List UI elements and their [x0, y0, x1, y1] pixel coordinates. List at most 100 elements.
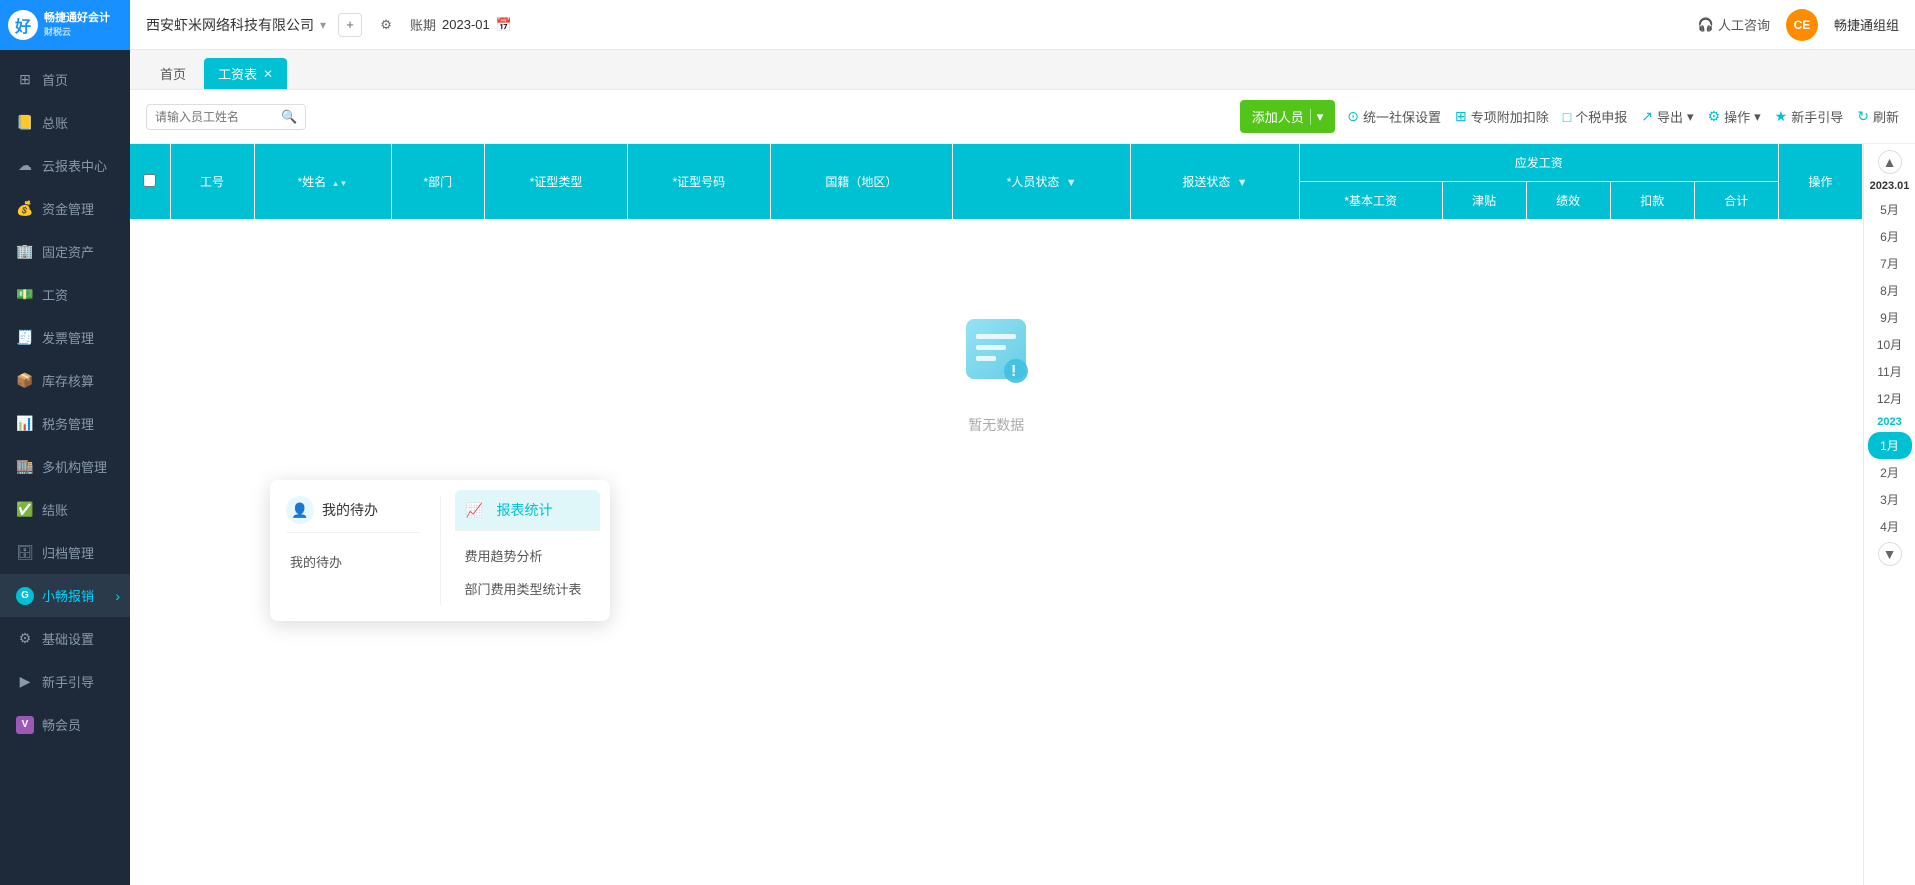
sidebar-item-xiaochang[interactable]: G 小畅报销: [0, 574, 130, 617]
th-nationality: 国籍（地区）: [770, 144, 952, 219]
add-person-button[interactable]: 添加人员 ▾: [1240, 100, 1336, 133]
search-icon[interactable]: 🔍: [281, 109, 297, 125]
empty-icon: !: [946, 299, 1046, 399]
name-sort-icon[interactable]: ▲▼: [332, 179, 348, 188]
operation-dropdown-icon: ▾: [1754, 109, 1761, 125]
status-filter-icon[interactable]: ▼: [1066, 177, 1077, 189]
sidebar-item-fund[interactable]: 💰 资金管理: [0, 187, 130, 230]
refresh-action[interactable]: ↻ 刷新: [1857, 107, 1899, 126]
timeline-month-4[interactable]: 4月: [1868, 513, 1912, 540]
timeline-month-1[interactable]: 1月: [1868, 432, 1912, 459]
sidebar-item-multi-org[interactable]: 🏬 多机构管理: [0, 445, 130, 488]
reports-icon: 📈: [461, 496, 489, 524]
timeline-month-3[interactable]: 3月: [1868, 486, 1912, 513]
calendar-icon[interactable]: 📅: [496, 17, 512, 33]
popup-item-dept-cost[interactable]: 部门费用类型统计表: [461, 572, 595, 605]
header-settings-button[interactable]: ⚙: [374, 13, 398, 37]
timeline-month-10[interactable]: 10月: [1868, 331, 1912, 358]
company-selector[interactable]: 西安虾米网络科技有限公司 ▾: [146, 15, 326, 35]
fund-icon: 💰: [16, 200, 34, 217]
popup-item-cost-trend[interactable]: 费用趋势分析: [461, 539, 595, 572]
timeline-year-label: 2023.01: [1870, 176, 1910, 196]
social-insurance-icon: ⊙: [1347, 108, 1359, 125]
popup-item-my-pending[interactable]: 我的待办: [286, 545, 420, 578]
sidebar-item-inventory[interactable]: 📦 库存核算: [0, 359, 130, 402]
timeline-next-button[interactable]: ▼: [1878, 542, 1902, 566]
timeline-month-5[interactable]: 5月: [1868, 196, 1912, 223]
tax-deduct-action[interactable]: ⊞ 专项附加扣除: [1455, 107, 1549, 126]
export-action[interactable]: ↗ 导出 ▾: [1641, 107, 1693, 126]
assets-icon: 🏢: [16, 243, 34, 260]
timeline-month-2[interactable]: 2月: [1868, 459, 1912, 486]
popup-divider: [440, 496, 441, 605]
guide-action[interactable]: ★ 新手引导: [1775, 107, 1844, 126]
timeline-prev-button[interactable]: ▲: [1878, 150, 1902, 174]
sidebar-item-cloud-report[interactable]: ☁ 云报表中心: [0, 144, 130, 187]
th-checkbox[interactable]: [130, 144, 170, 219]
sidebar-item-member[interactable]: V 畅会员: [0, 703, 130, 746]
timeline-month-7[interactable]: 7月: [1868, 250, 1912, 277]
tab-salary-label: 工资表: [218, 64, 257, 83]
select-all-checkbox[interactable]: [143, 174, 156, 187]
sidebar-item-home[interactable]: ⊞ 首页: [0, 58, 130, 101]
toolbar-actions: ⊙ 统一社保设置 ⊞ 专项附加扣除 □ 个税申报 ↗ 导出 ▾ ⚙: [1347, 107, 1899, 126]
sidebar-item-basic-label: 基础设置: [42, 629, 94, 648]
operation-action[interactable]: ⚙ 操作 ▾: [1708, 107, 1761, 126]
th-name[interactable]: *姓名 ▲▼: [254, 144, 391, 219]
customer-service-button[interactable]: 🎧 人工咨询: [1698, 15, 1770, 34]
sidebar-item-archive[interactable]: 🗄 归档管理: [0, 531, 130, 574]
sidebar-item-assets[interactable]: 🏢 固定资产: [0, 230, 130, 273]
social-insurance-action[interactable]: ⊙ 统一社保设置: [1347, 107, 1441, 126]
app-logo: 好 畅捷通好会计 财税云: [0, 0, 130, 50]
timeline-current-year: 2023: [1877, 412, 1901, 432]
period-value: 2023-01: [442, 17, 490, 32]
table-header-row1: 工号 *姓名 ▲▼ *部门 *证型类型: [130, 144, 1863, 182]
sidebar-item-member-label: 畅会员: [42, 715, 81, 734]
pending-icon: 👤: [286, 496, 314, 524]
sidebar-item-closing[interactable]: ✅ 结账: [0, 488, 130, 531]
tab-salary-close-icon[interactable]: ✕: [263, 67, 273, 81]
sidebar-item-ledger[interactable]: 📒 总账: [0, 101, 130, 144]
sidebar-item-tax-label: 税务管理: [42, 414, 94, 433]
empty-row: ! 暂无数据: [130, 219, 1863, 515]
refresh-icon: ↻: [1857, 108, 1869, 125]
timeline-month-6[interactable]: 6月: [1868, 223, 1912, 250]
tab-home[interactable]: 首页: [146, 58, 200, 89]
sidebar-item-fund-label: 资金管理: [42, 199, 94, 218]
sidebar-item-ledger-label: 总账: [42, 113, 68, 132]
company-dropdown-icon: ▾: [320, 18, 326, 32]
th-operation: 操作: [1778, 144, 1862, 219]
tax-deduct-icon: ⊞: [1455, 108, 1467, 125]
search-input-wrap: 🔍: [146, 104, 306, 130]
timeline-month-9[interactable]: 9月: [1868, 304, 1912, 331]
add-person-label: 添加人员: [1252, 107, 1304, 126]
sidebar-item-tax[interactable]: 📊 税务管理: [0, 402, 130, 445]
social-insurance-label: 统一社保设置: [1363, 107, 1441, 126]
th-total: 合计: [1694, 182, 1778, 220]
sidebar-item-closing-label: 结账: [42, 500, 68, 519]
settings-icon: ⚙: [380, 17, 392, 33]
th-status[interactable]: *人员状态 ▼: [953, 144, 1131, 219]
th-report-status[interactable]: 报送状态 ▼: [1131, 144, 1300, 219]
timeline-month-11[interactable]: 11月: [1868, 358, 1912, 385]
sidebar-item-basic[interactable]: ⚙ 基础设置: [0, 617, 130, 660]
tab-salary[interactable]: 工资表 ✕: [204, 58, 287, 89]
sidebar-item-salary[interactable]: 💵 工资: [0, 273, 130, 316]
timeline-month-8[interactable]: 8月: [1868, 277, 1912, 304]
sidebar-item-guide[interactable]: ▶ 新手引导: [0, 660, 130, 703]
timeline-month-12[interactable]: 12月: [1868, 385, 1912, 412]
report-filter-icon[interactable]: ▼: [1237, 177, 1248, 189]
th-department: *部门: [391, 144, 485, 219]
tax-report-action[interactable]: □ 个税申报: [1563, 107, 1627, 126]
th-base-salary: *基本工资: [1299, 182, 1442, 220]
xiaochang-icon: G: [16, 587, 34, 605]
header-add-button[interactable]: +: [338, 13, 362, 37]
tab-home-label: 首页: [160, 64, 186, 83]
search-input[interactable]: [155, 110, 275, 124]
sidebar-item-invoice[interactable]: 🧾 发票管理: [0, 316, 130, 359]
svg-text:!: !: [1011, 363, 1016, 380]
add-person-dropdown-icon: ▾: [1310, 109, 1324, 125]
sidebar-item-guide-label: 新手引导: [42, 672, 94, 691]
th-employee-id: 工号: [170, 144, 254, 219]
cloud-report-icon: ☁: [16, 157, 34, 174]
